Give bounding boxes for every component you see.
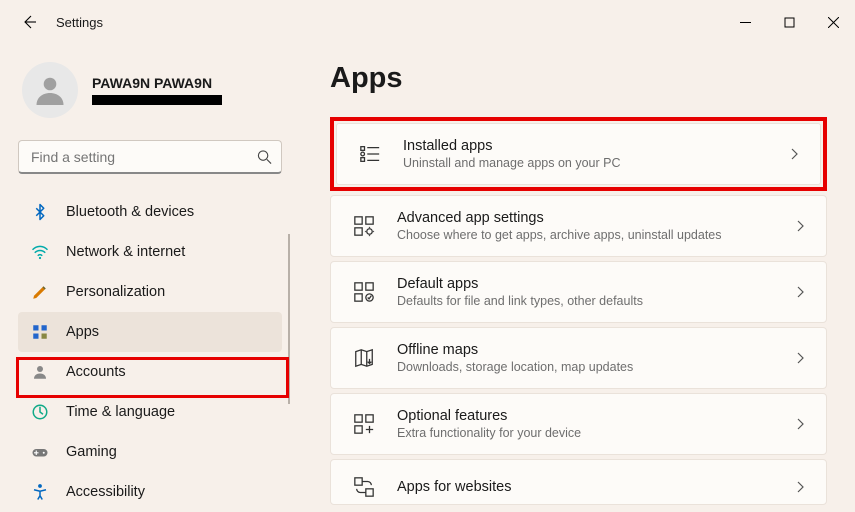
settings-desc: Uninstall and manage apps on your PC bbox=[403, 156, 768, 170]
bluetooth-icon bbox=[30, 202, 50, 222]
gaming-icon bbox=[30, 442, 50, 462]
settings-label: Default apps bbox=[397, 276, 774, 292]
settings-label: Advanced app settings bbox=[397, 210, 774, 226]
chevron-right-icon bbox=[794, 220, 806, 232]
link-apps-icon bbox=[351, 474, 377, 500]
settings-text: Optional features Extra functionality fo… bbox=[397, 408, 774, 440]
maximize-button[interactable] bbox=[767, 6, 811, 38]
map-icon bbox=[351, 345, 377, 371]
chevron-right-icon bbox=[794, 286, 806, 298]
sidebar: PAWA9N PAWA9N Bluetooth & devices bbox=[0, 44, 296, 510]
accessibility-icon bbox=[30, 482, 50, 502]
titlebar: Settings bbox=[0, 0, 855, 44]
close-icon bbox=[828, 17, 839, 28]
minimize-icon bbox=[740, 17, 751, 28]
sidebar-item-label: Apps bbox=[66, 324, 99, 340]
settings-desc: Downloads, storage location, map updates bbox=[397, 360, 774, 374]
settings-desc: Extra functionality for your device bbox=[397, 426, 774, 440]
settings-label: Optional features bbox=[397, 408, 774, 424]
settings-text: Default apps Defaults for file and link … bbox=[397, 276, 774, 308]
apps-icon bbox=[30, 322, 50, 342]
content: Apps Installed apps Uninstall and manage… bbox=[296, 44, 855, 510]
user-name: PAWA9N PAWA9N bbox=[92, 75, 222, 91]
features-plus-icon bbox=[351, 411, 377, 437]
arrow-left-icon bbox=[21, 14, 37, 30]
settings-item-optional-features[interactable]: Optional features Extra functionality fo… bbox=[330, 393, 827, 455]
person-icon bbox=[32, 72, 68, 108]
sidebar-item-label: Network & internet bbox=[66, 244, 185, 260]
nav-scrollbar[interactable] bbox=[288, 234, 290, 404]
avatar bbox=[22, 62, 78, 118]
list-apps-icon bbox=[357, 141, 383, 167]
chevron-right-icon bbox=[794, 481, 806, 493]
sidebar-item-network[interactable]: Network & internet bbox=[18, 232, 282, 272]
search-wrap bbox=[18, 140, 282, 174]
settings-label: Apps for websites bbox=[397, 479, 774, 495]
settings-text: Installed apps Uninstall and manage apps… bbox=[403, 138, 768, 170]
sidebar-item-apps[interactable]: Apps bbox=[18, 312, 282, 352]
maximize-icon bbox=[784, 17, 795, 28]
window-title: Settings bbox=[56, 15, 103, 30]
sidebar-item-accounts[interactable]: Accounts bbox=[18, 352, 282, 392]
sidebar-item-bluetooth[interactable]: Bluetooth & devices bbox=[18, 192, 282, 232]
settings-item-offline-maps[interactable]: Offline maps Downloads, storage location… bbox=[330, 327, 827, 389]
settings-item-advanced[interactable]: Advanced app settings Choose where to ge… bbox=[330, 195, 827, 257]
chevron-right-icon bbox=[794, 418, 806, 430]
sidebar-item-label: Accounts bbox=[66, 364, 126, 380]
sidebar-item-time-language[interactable]: Time & language bbox=[18, 392, 282, 432]
accounts-icon bbox=[30, 362, 50, 382]
settings-item-apps-for-websites[interactable]: Apps for websites bbox=[330, 459, 827, 505]
sidebar-item-label: Bluetooth & devices bbox=[66, 204, 194, 220]
sidebar-item-label: Accessibility bbox=[66, 484, 145, 500]
sidebar-item-label: Time & language bbox=[66, 404, 175, 420]
sidebar-item-label: Gaming bbox=[66, 444, 117, 460]
settings-list: Installed apps Uninstall and manage apps… bbox=[330, 117, 827, 505]
page-title: Apps bbox=[330, 62, 827, 95]
window-controls bbox=[723, 6, 855, 38]
sidebar-item-personalization[interactable]: Personalization bbox=[18, 272, 282, 312]
sidebar-item-accessibility[interactable]: Accessibility bbox=[18, 472, 282, 512]
settings-text: Offline maps Downloads, storage location… bbox=[397, 342, 774, 374]
search-input[interactable] bbox=[18, 140, 282, 174]
chevron-right-icon bbox=[788, 148, 800, 160]
nav-list: Bluetooth & devices Network & internet P… bbox=[18, 192, 296, 512]
sidebar-item-label: Personalization bbox=[66, 284, 165, 300]
user-info: PAWA9N PAWA9N bbox=[92, 75, 222, 105]
apps-gear-icon bbox=[351, 213, 377, 239]
titlebar-left: Settings bbox=[20, 13, 103, 31]
minimize-button[interactable] bbox=[723, 6, 767, 38]
settings-desc: Choose where to get apps, archive apps, … bbox=[397, 228, 774, 242]
close-button[interactable] bbox=[811, 6, 855, 38]
settings-text: Apps for websites bbox=[397, 479, 774, 495]
settings-label: Installed apps bbox=[403, 138, 768, 154]
settings-item-installed-apps[interactable]: Installed apps Uninstall and manage apps… bbox=[336, 123, 821, 185]
annotation-highlight-content: Installed apps Uninstall and manage apps… bbox=[330, 117, 827, 191]
back-button[interactable] bbox=[20, 13, 38, 31]
user-block[interactable]: PAWA9N PAWA9N bbox=[18, 58, 296, 136]
paintbrush-icon bbox=[30, 282, 50, 302]
default-apps-icon bbox=[351, 279, 377, 305]
settings-item-default-apps[interactable]: Default apps Defaults for file and link … bbox=[330, 261, 827, 323]
globe-clock-icon bbox=[30, 402, 50, 422]
settings-desc: Defaults for file and link types, other … bbox=[397, 294, 774, 308]
chevron-right-icon bbox=[794, 352, 806, 364]
settings-label: Offline maps bbox=[397, 342, 774, 358]
wifi-icon bbox=[30, 242, 50, 262]
user-email-redacted bbox=[92, 95, 222, 105]
search-icon bbox=[257, 150, 272, 165]
search-button[interactable] bbox=[257, 150, 272, 165]
settings-text: Advanced app settings Choose where to ge… bbox=[397, 210, 774, 242]
sidebar-item-gaming[interactable]: Gaming bbox=[18, 432, 282, 472]
